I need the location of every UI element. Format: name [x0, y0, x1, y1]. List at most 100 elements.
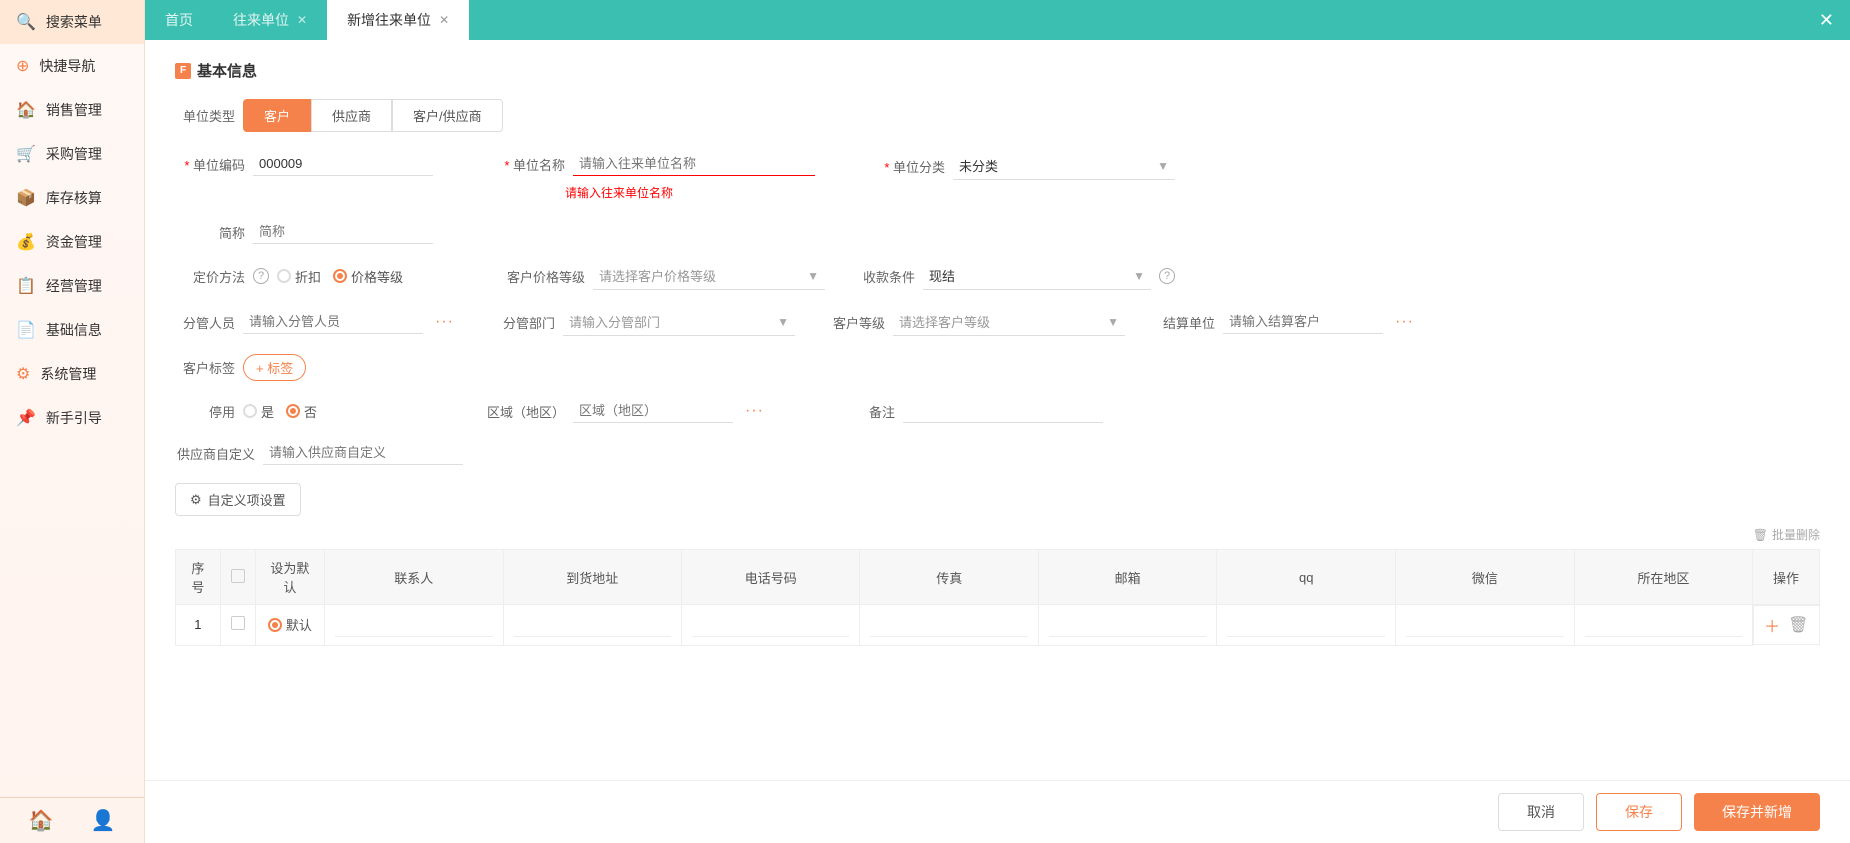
type-btn-customer[interactable]: 客户 — [243, 99, 311, 132]
remark-label: 备注 — [865, 402, 895, 421]
disable-yes-option[interactable]: 是 — [243, 402, 274, 421]
disable-field: 停用 是 否 — [175, 402, 425, 421]
row-email[interactable] — [1038, 605, 1216, 646]
pricing-discount-option[interactable]: 折扣 — [277, 267, 321, 286]
customer-price-select[interactable]: 请选择客户价格等级 ▼ — [593, 262, 825, 290]
type-btn-supplier[interactable]: 供应商 — [311, 99, 392, 132]
disable-no-radio[interactable] — [286, 404, 300, 418]
footer-bar: 取消 保存 保存并新增 — [145, 780, 1850, 843]
save-new-button[interactable]: 保存并新增 — [1694, 793, 1820, 831]
sidebar-item-label: 系统管理 — [40, 364, 96, 384]
remark-input[interactable] — [903, 399, 1103, 423]
tab-new-contact-close[interactable]: ✕ — [439, 13, 449, 27]
row-checkbox[interactable] — [231, 616, 245, 630]
region-more-btn[interactable]: ··· — [745, 402, 764, 420]
sidebar-item-sales[interactable]: 🏠 销售管理 — [0, 88, 144, 132]
col-action: 操作 — [1753, 550, 1820, 605]
tab-home-label: 首页 — [165, 10, 193, 30]
manager-more-btn[interactable]: ··· — [435, 313, 454, 331]
row-fax-input[interactable] — [870, 613, 1027, 637]
customer-level-chevron: ▼ — [1107, 315, 1119, 329]
row-address-input[interactable] — [514, 613, 671, 637]
row-qq[interactable] — [1217, 605, 1396, 646]
disable-no-option[interactable]: 否 — [286, 402, 317, 421]
row-email-input[interactable] — [1049, 613, 1206, 637]
manager-row: 分管人员 ··· 分管部门 请输入分管部门 ▼ 客户等级 请选择客户等级 ▼ 结… — [175, 308, 1820, 336]
sidebar-home-icon[interactable]: 🏠 — [29, 808, 54, 833]
sidebar-item-operations[interactable]: 📋 经营管理 — [0, 264, 144, 308]
custom-settings-btn[interactable]: ⚙ 自定义项设置 — [175, 483, 301, 516]
header-checkbox[interactable] — [231, 569, 245, 583]
tab-contacts-close[interactable]: ✕ — [297, 13, 307, 27]
row-wechat-input[interactable] — [1406, 613, 1563, 637]
tab-new-contact[interactable]: 新增往来单位 ✕ — [327, 0, 469, 40]
row-wechat[interactable] — [1396, 605, 1574, 646]
sidebar-item-quicknav[interactable]: ⊕ 快捷导航 — [0, 44, 144, 88]
unit-name-input[interactable] — [573, 152, 815, 176]
settlement-field: 结算单位 ··· — [1155, 310, 1455, 334]
sidebar-item-basic-info[interactable]: 📄 基础信息 — [0, 308, 144, 352]
short-name-input[interactable] — [253, 220, 433, 244]
row-contact-input[interactable] — [335, 613, 492, 637]
col-phone: 电话号码 — [682, 550, 860, 605]
type-btn-both[interactable]: 客户/供应商 — [392, 99, 503, 132]
supplier-custom-input[interactable] — [263, 441, 463, 465]
unit-code-field: 单位编码 — [175, 152, 455, 176]
row-phone[interactable] — [682, 605, 860, 646]
col-email: 邮箱 — [1038, 550, 1216, 605]
remark-field: 备注 — [865, 399, 1165, 423]
sidebar-item-finance[interactable]: 💰 资金管理 — [0, 220, 144, 264]
disable-yes-label: 是 — [261, 402, 274, 421]
row-default-radio-option[interactable]: 默认 — [266, 615, 314, 634]
sidebar-item-search[interactable]: 🔍 搜索菜单 — [0, 0, 144, 44]
row-phone-input[interactable] — [692, 613, 849, 637]
row-contact[interactable] — [325, 605, 503, 646]
settlement-input[interactable] — [1223, 310, 1383, 334]
row-region[interactable] — [1574, 605, 1752, 646]
table-row: 1 默认 — [176, 605, 1820, 646]
payment-terms-select[interactable]: 现结 ▼ — [923, 262, 1151, 290]
cancel-button[interactable]: 取消 — [1498, 793, 1584, 831]
pricing-help-icon[interactable]: ? — [253, 268, 269, 284]
main-area: 首页 往来单位 ✕ 新增往来单位 ✕ ✕ F 基本信息 单位类型 客户 供应商 — [145, 0, 1850, 843]
department-chevron: ▼ — [777, 315, 789, 329]
tab-home[interactable]: 首页 — [145, 0, 213, 40]
payment-terms-chevron: ▼ — [1133, 269, 1145, 283]
pricing-level-option[interactable]: 价格等级 — [333, 267, 403, 286]
department-select[interactable]: 请输入分管部门 ▼ — [563, 308, 795, 336]
batch-delete-btn[interactable]: 🗑 批量删除 — [1753, 526, 1820, 543]
add-tag-btn[interactable]: + 标签 — [243, 354, 306, 381]
customer-level-select[interactable]: 请选择客户等级 ▼ — [893, 308, 1125, 336]
pricing-level-radio[interactable] — [333, 269, 347, 283]
row-address[interactable] — [503, 605, 681, 646]
sidebar-item-purchase[interactable]: 🛒 采购管理 — [0, 132, 144, 176]
sidebar-item-system[interactable]: ⚙ 系统管理 — [0, 352, 144, 396]
row-default-radio[interactable] — [268, 618, 282, 632]
save-button[interactable]: 保存 — [1596, 793, 1682, 831]
unit-category-select[interactable]: 未分类 ▼ — [953, 152, 1175, 180]
row-delete-btn[interactable]: 🗑 — [1788, 615, 1808, 635]
close-all-tabs[interactable]: ✕ — [1803, 0, 1850, 40]
payment-terms-help-icon[interactable]: ? — [1159, 268, 1175, 284]
unit-code-input[interactable] — [253, 152, 433, 176]
row-add-btn[interactable]: ＋ — [1764, 613, 1780, 637]
tab-contacts[interactable]: 往来单位 ✕ — [213, 0, 327, 40]
unit-type-row: 单位类型 客户 供应商 客户/供应商 — [175, 99, 1820, 132]
pricing-discount-radio[interactable] — [277, 269, 291, 283]
payment-terms-value: 现结 — [929, 266, 1129, 285]
sidebar-user-icon[interactable]: 👤 — [91, 808, 116, 833]
customer-tag-field: 客户标签 + 标签 — [175, 354, 1820, 381]
row-qq-input[interactable] — [1227, 613, 1385, 637]
batch-delete-row: 🗑 批量删除 — [175, 526, 1820, 543]
settlement-more-btn[interactable]: ··· — [1395, 313, 1414, 331]
col-region: 所在地区 — [1574, 550, 1752, 605]
operations-icon: 📋 — [16, 276, 36, 296]
sidebar-item-inventory[interactable]: 📦 库存核算 — [0, 176, 144, 220]
row-fax[interactable] — [860, 605, 1038, 646]
region-input[interactable] — [573, 399, 733, 423]
manager-input[interactable] — [243, 310, 423, 334]
sidebar-item-guide[interactable]: 📌 新手引导 — [0, 396, 144, 440]
unit-name-error: 请输入往来单位名称 — [565, 186, 673, 200]
disable-yes-radio[interactable] — [243, 404, 257, 418]
row-region-input[interactable] — [1585, 613, 1742, 637]
